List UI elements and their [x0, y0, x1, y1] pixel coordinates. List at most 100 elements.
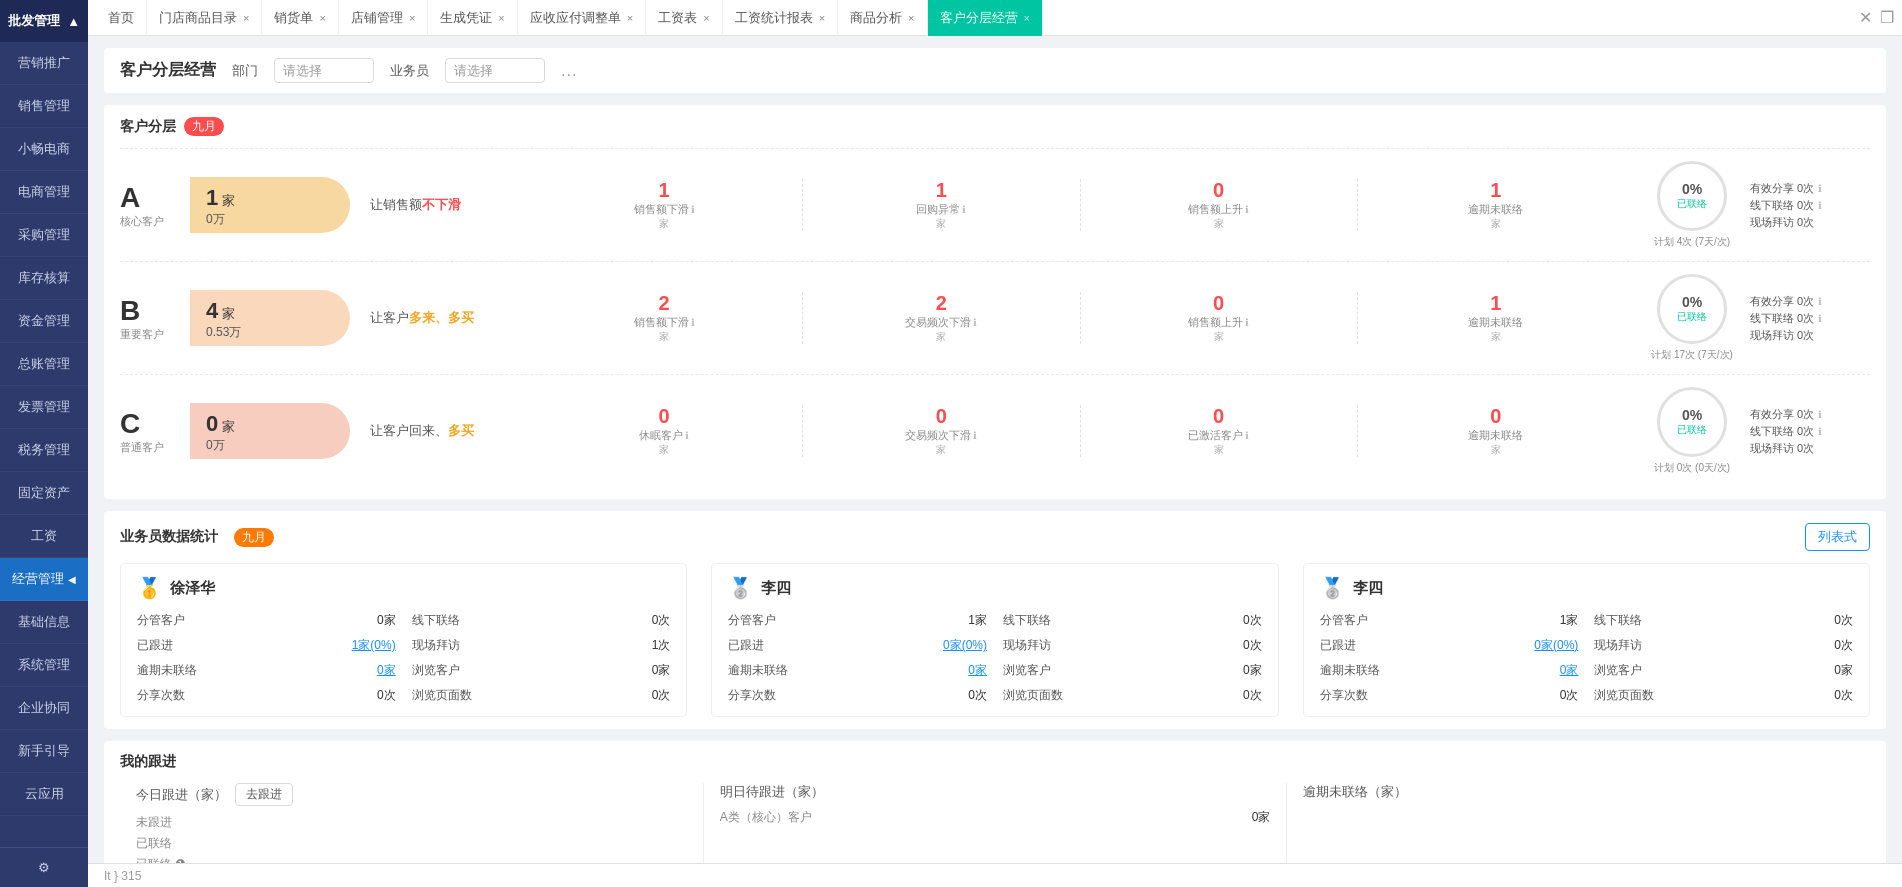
sidebar-item-inventory[interactable]: 库存核算 — [0, 257, 88, 300]
tab-store-catalog[interactable]: 门店商品目录 × — [147, 0, 262, 36]
sidebar-item-marketing[interactable]: 营销推广 — [0, 42, 88, 85]
tier-a-stat-1[interactable]: 1 回购异常ℹ 家 — [803, 179, 1080, 231]
sidebar-item-ecommerce-small[interactable]: 小畅电商 — [0, 128, 88, 171]
customer-tier-month: 九月 — [184, 117, 224, 136]
biz-row-1-1: 线下联络 0次 — [1003, 612, 1262, 629]
follow-today-header: 今日跟进（家） 去跟进 — [136, 783, 687, 806]
medal-icon-1: 🥈 — [728, 576, 753, 600]
close-window-icon[interactable]: ✕ — [1859, 8, 1872, 27]
sidebar-item-ecommerce[interactable]: 电商管理 — [0, 171, 88, 214]
tab-customer-tier[interactable]: 客户分层经营 × — [928, 0, 1043, 36]
biz-row-0-2: 已跟进 1家(0%) — [137, 637, 396, 654]
customer-tier-header: 客户分层 九月 — [120, 117, 1870, 136]
biz-row-1-7: 浏览页面数 0次 — [1003, 687, 1262, 704]
biz-row-0-6: 分享次数 0次 — [137, 687, 396, 704]
list-view-button[interactable]: 列表式 — [1805, 523, 1870, 551]
tier-row-a: A 核心客户 1 家 0万 让销售额不下滑 1 — [120, 148, 1870, 261]
tab-close-icon[interactable]: × — [908, 12, 914, 24]
follow-today-row-0: 未跟进 — [136, 814, 687, 831]
tier-c-stat-0[interactable]: 0 休眠客户ℹ 家 — [526, 405, 803, 457]
tier-c-stat-1[interactable]: 0 交易频次下滑ℹ 家 — [803, 405, 1080, 457]
sidebar-item-finance[interactable]: 资金管理 — [0, 300, 88, 343]
tier-b-circle: 0% 已联络 计划 17次 (7天/次) — [1642, 274, 1742, 362]
sidebar-item-salary[interactable]: 工资 — [0, 515, 88, 558]
tier-a-stat-3[interactable]: 1 逾期未联络 家 — [1358, 179, 1634, 231]
tier-b-stat-0[interactable]: 2 销售额下滑ℹ 家 — [526, 292, 803, 344]
medal-icon-0: 🥇 — [137, 576, 162, 600]
biz-row-2-3: 现场拜访 0次 — [1594, 637, 1853, 654]
page-header: 客户分层经营 部门 请选择 业务员 请选择 ... — [104, 48, 1886, 93]
tier-b-desc: 让客户多来、多买 — [370, 309, 510, 327]
sidebar-collapse-icon[interactable]: ▲ — [67, 14, 80, 29]
tier-a-stat-0[interactable]: 1 销售额下滑ℹ 家 — [526, 179, 803, 231]
tier-a-circle: 0% 已联络 计划 4次 (7天/次) — [1642, 161, 1742, 249]
tier-b-stats: 2 销售额下滑ℹ 家 2 交易频次下滑ℹ 家 0 销售额上升ℹ 家 — [526, 292, 1634, 344]
tab-store-mgmt[interactable]: 店铺管理 × — [339, 0, 428, 36]
biz-card-1: 🥈 李四 分管客户 1家 线下联络 0次 已跟进 — [711, 563, 1278, 717]
customer-tier-title: 客户分层 — [120, 118, 176, 136]
tab-product-analysis[interactable]: 商品分析 × — [838, 0, 927, 36]
tier-b-stat-1[interactable]: 2 交易频次下滑ℹ 家 — [803, 292, 1080, 344]
biz-grid-1: 分管客户 1家 线下联络 0次 已跟进 0家(0%) 现场拜访 — [728, 612, 1261, 704]
sidebar-item-purchase[interactable]: 采购管理 — [0, 214, 88, 257]
biz-row-2-6: 分享次数 0次 — [1320, 687, 1579, 704]
tier-b-stat-2[interactable]: 0 销售额上升ℹ 家 — [1081, 292, 1358, 344]
status-text: It } 315 — [104, 869, 141, 883]
tab-close-icon[interactable]: × — [319, 12, 325, 24]
tab-payroll[interactable]: 工资表 × — [646, 0, 722, 36]
tab-close-icon[interactable]: × — [819, 12, 825, 24]
sidebar-item-cloud[interactable]: 云应用 — [0, 773, 88, 816]
restore-window-icon[interactable]: ❐ — [1880, 8, 1894, 27]
sidebar-item-guide[interactable]: 新手引导 — [0, 730, 88, 773]
biz-card-0: 🥇 徐泽华 分管客户 0家 线下联络 0次 已跟进 — [120, 563, 687, 717]
sidebar-item-management[interactable]: 经营管理 ◀ — [0, 558, 88, 601]
tab-payroll-report[interactable]: 工资统计报表 × — [723, 0, 838, 36]
tier-c-circle: 0% 已联络 计划 0次 (0天/次) — [1642, 387, 1742, 475]
tier-c-count[interactable]: 0 家 0万 — [190, 403, 350, 459]
tab-adjust[interactable]: 应收应付调整单 × — [518, 0, 646, 36]
gear-icon: ⚙ — [38, 860, 50, 875]
goto-follow-button[interactable]: 去跟进 — [235, 783, 293, 806]
follow-tomorrow-header: 明日待跟进（家） — [720, 783, 1271, 801]
sidebar-item-cooperation[interactable]: 企业协同 — [0, 687, 88, 730]
sidebar-item-ledger[interactable]: 总账管理 — [0, 343, 88, 386]
tier-a-desc: 让销售额不下滑 — [370, 196, 510, 214]
sidebar: 批发管理 ▲ 营销推广 销售管理 小畅电商 电商管理 采购管理 库存核算 资金管… — [0, 0, 88, 887]
customer-tier-section: 客户分层 九月 A 核心客户 1 家 0万 让销售额 — [104, 105, 1886, 499]
tier-a-stat-2[interactable]: 0 销售额上升ℹ 家 — [1081, 179, 1358, 231]
biz-row-1-3: 现场拜访 0次 — [1003, 637, 1262, 654]
biz-row-2-4: 逾期未联络 0家 — [1320, 662, 1579, 679]
tab-close-icon[interactable]: × — [498, 12, 504, 24]
biz-stats-header: 业务员数据统计 九月 列表式 — [120, 523, 1870, 551]
tier-c-stat-2[interactable]: 0 已激活客户ℹ 家 — [1081, 405, 1358, 457]
sidebar-item-assets[interactable]: 固定资产 — [0, 472, 88, 515]
biz-stats-section: 业务员数据统计 九月 列表式 🥇 徐泽华 分管客户 0家 — [104, 511, 1886, 729]
tier-a-count[interactable]: 1 家 0万 — [190, 177, 350, 233]
sidebar-item-system[interactable]: 系统管理 — [0, 644, 88, 687]
tab-close-icon[interactable]: × — [627, 12, 633, 24]
tab-home[interactable]: 首页 — [96, 0, 147, 36]
sidebar-item-basic-info[interactable]: 基础信息 — [0, 601, 88, 644]
sidebar-header[interactable]: 批发管理 ▲ — [0, 0, 88, 42]
tab-close-icon[interactable]: × — [409, 12, 415, 24]
sidebar-gear[interactable]: ⚙ — [0, 847, 88, 887]
sidebar-item-invoice[interactable]: 发票管理 — [0, 386, 88, 429]
medal-icon-2: 🥈 — [1320, 576, 1345, 600]
tab-close-icon[interactable]: × — [243, 12, 249, 24]
dept-select[interactable]: 请选择 — [274, 58, 374, 83]
biz-row-1-4: 逾期未联络 0家 — [728, 662, 987, 679]
follow-today-row-1: 已联络 — [136, 835, 687, 852]
more-filters-icon[interactable]: ... — [561, 62, 577, 80]
tab-close-icon[interactable]: × — [703, 12, 709, 24]
staff-select[interactable]: 请选择 — [445, 58, 545, 83]
tier-c-stat-3[interactable]: 0 逾期未联络 家 — [1358, 405, 1634, 457]
tab-voucher[interactable]: 生成凭证 × — [428, 0, 517, 36]
sidebar-item-tax[interactable]: 税务管理 — [0, 429, 88, 472]
biz-name-2: 李四 — [1353, 579, 1383, 598]
tab-sales-order[interactable]: 销货单 × — [262, 0, 338, 36]
tier-b-stat-3[interactable]: 1 逾期未联络 家 — [1358, 292, 1634, 344]
tier-c-desc: 让客户回来、多买 — [370, 422, 510, 440]
sidebar-item-sales[interactable]: 销售管理 — [0, 85, 88, 128]
tier-b-count[interactable]: 4 家 0.53万 — [190, 290, 350, 346]
tab-close-icon[interactable]: × — [1024, 12, 1030, 24]
